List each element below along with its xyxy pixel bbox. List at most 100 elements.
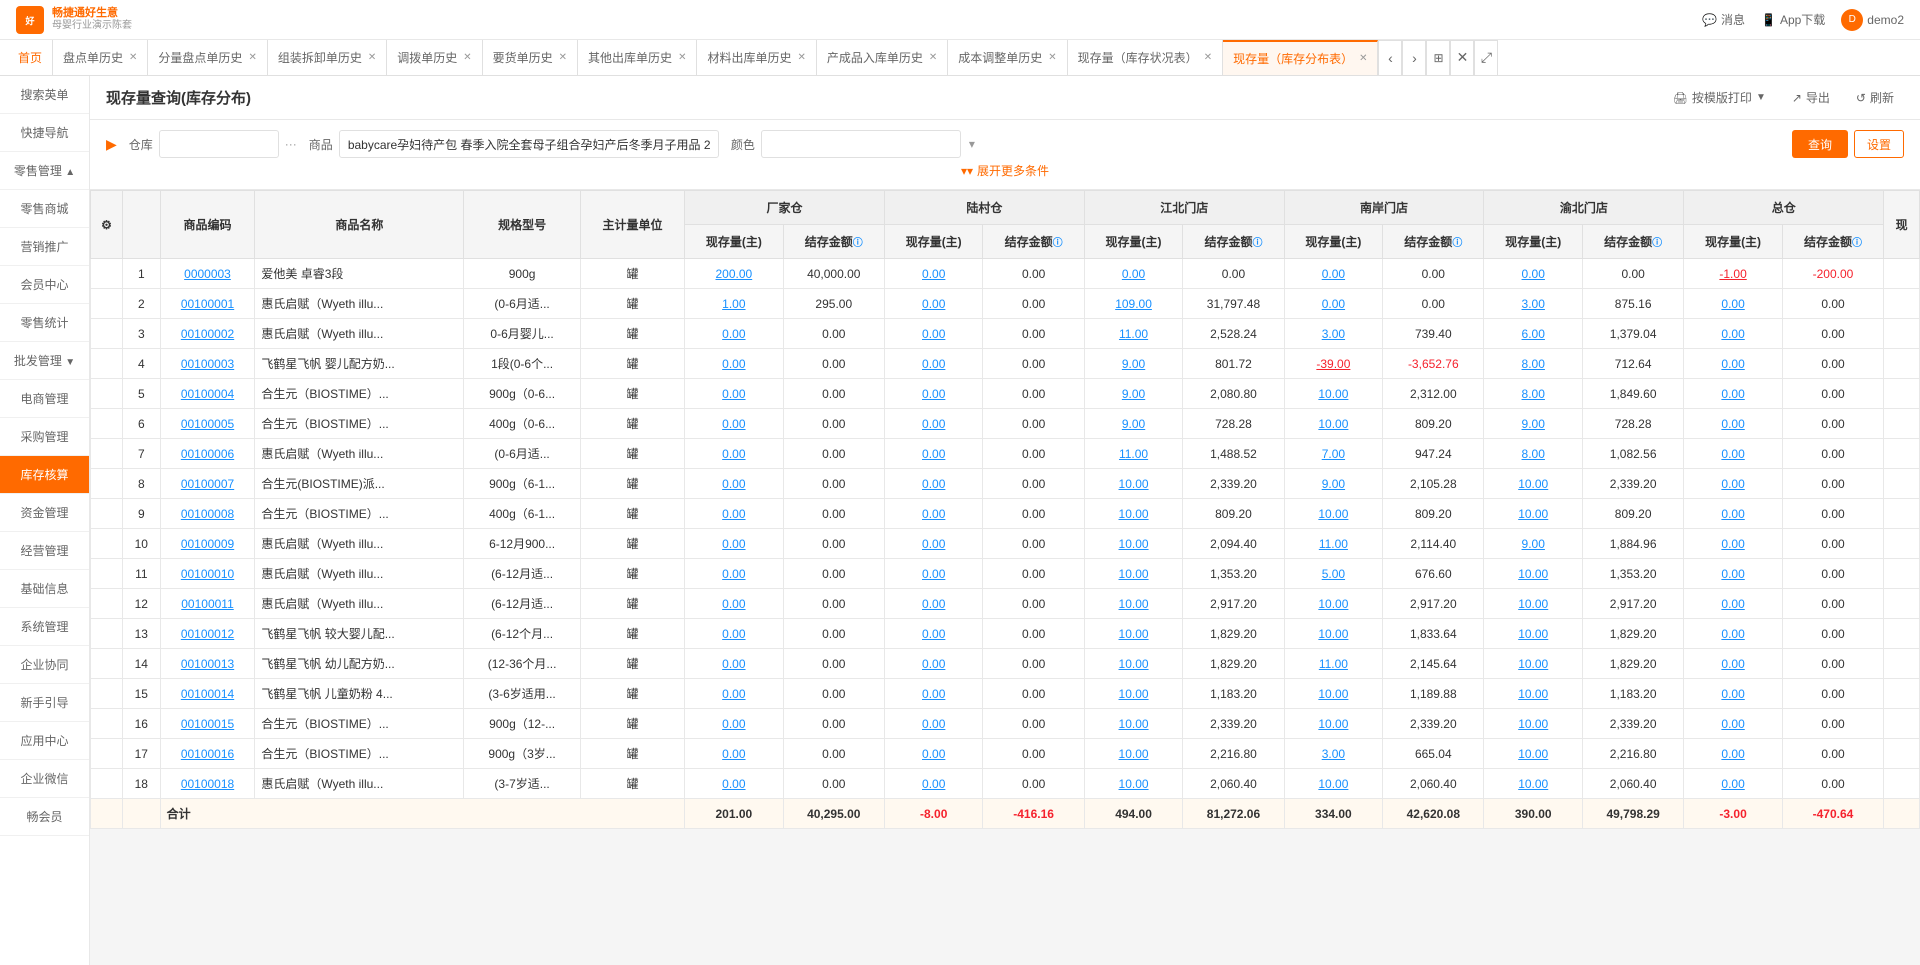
sidebar-item-enterprise[interactable]: 企业协同 <box>0 646 89 684</box>
print-btn[interactable]: 🖨 按模版打印 ▼ <box>1663 85 1776 110</box>
refresh-btn[interactable]: ↺ 刷新 <box>1846 85 1904 110</box>
filter-toggle-icon[interactable]: ▶ <box>106 136 117 153</box>
cell-yb-qty: 9.00 <box>1484 529 1582 559</box>
goods-input[interactable] <box>339 130 719 158</box>
tab-close-icon[interactable]: ✕ <box>248 52 256 63</box>
tab-close-icon[interactable]: ✕ <box>368 52 376 63</box>
table-container[interactable]: ⚙ 商品编码 商品名称 规格型号 主计量单位 厂家仓 陆村仓 江北门店 南岸门店… <box>90 190 1920 965</box>
sidebar-item-basic[interactable]: 基础信息 <box>0 570 89 608</box>
table-row: 9 00100008 合生元（BIOSTIME）... 400g（6-1... … <box>91 499 1920 529</box>
cell-cur <box>1884 589 1920 619</box>
tab-close-icon[interactable]: ✕ <box>929 52 937 63</box>
cell-na-qty: 0.00 <box>1284 259 1382 289</box>
cell-lc-qty: 0.00 <box>884 319 982 349</box>
cell-tot-amt: -200.00 <box>1782 259 1883 289</box>
cell-lc-amt: 0.00 <box>983 529 1084 559</box>
color-input[interactable] <box>761 130 961 158</box>
th-group-jb: 江北门店 <box>1084 191 1284 225</box>
th-unit: 主计量单位 <box>580 191 684 259</box>
tab-next-btn[interactable]: › <box>1402 40 1426 76</box>
cell-fc-amt: 0.00 <box>783 379 884 409</box>
tab-prev-btn[interactable]: ‹ <box>1378 40 1402 76</box>
tab-material-outbound[interactable]: 材料出库单历史 ✕ <box>697 40 816 76</box>
sidebar-item-apps[interactable]: 应用中心 <box>0 722 89 760</box>
sidebar-item-retail-stat[interactable]: 零售统计 <box>0 304 89 342</box>
th-na-amt: 结存金额ⓘ <box>1383 225 1484 259</box>
cell-idx: 6 <box>123 409 161 439</box>
cell-na-amt: 2,114.40 <box>1383 529 1484 559</box>
tab-partial-count[interactable]: 分量盘点单历史 ✕ <box>148 40 267 76</box>
sidebar-item-finance[interactable]: 资金管理 <box>0 494 89 532</box>
cell-lc-amt: 0.00 <box>983 619 1084 649</box>
settings-btn[interactable]: 设置 <box>1854 130 1904 158</box>
tab-other-outbound[interactable]: 其他出库单历史 ✕ <box>578 40 697 76</box>
table-row: 16 00100015 合生元（BIOSTIME）... 900g（12-...… <box>91 709 1920 739</box>
tab-home[interactable]: 首页 <box>8 40 53 76</box>
sidebar-item-search[interactable]: 搜索英单 <box>0 76 89 114</box>
summary-lc-amt: -416.16 <box>983 799 1084 829</box>
cell-lc-qty: 0.00 <box>884 709 982 739</box>
tab-inventory-status[interactable]: 现存量（库存状况表） ✕ <box>1068 40 1223 76</box>
export-btn[interactable]: ↗ 导出 <box>1782 85 1840 110</box>
tab-assembly[interactable]: 组装拆卸单历史 ✕ <box>268 40 387 76</box>
cell-cur <box>1884 349 1920 379</box>
sidebar-item-system[interactable]: 系统管理 <box>0 608 89 646</box>
tab-inventory-distribution[interactable]: 现存量（库存分布表） ✕ <box>1223 40 1378 76</box>
tab-close-icon[interactable]: ✕ <box>1204 52 1212 63</box>
tab-close-icon[interactable]: ✕ <box>797 52 805 63</box>
sidebar-item-retail[interactable]: 零售管理 ▲ <box>0 152 89 190</box>
table-row: 10 00100009 惠氏启赋（Wyeth illu... 6-12月900.… <box>91 529 1920 559</box>
tab-close-all-btn[interactable]: ✕ <box>1450 40 1474 76</box>
tab-close-icon[interactable]: ✕ <box>1359 53 1367 64</box>
cell-idx: 15 <box>123 679 161 709</box>
cell-lc-qty: 0.00 <box>884 739 982 769</box>
tab-close-icon[interactable]: ✕ <box>559 52 567 63</box>
sidebar-item-member[interactable]: 会员中心 <box>0 266 89 304</box>
user-area[interactable]: D demo2 <box>1841 9 1904 31</box>
tab-close-icon[interactable]: ✕ <box>678 52 686 63</box>
cell-jb-amt: 809.20 <box>1183 499 1284 529</box>
tab-requisition[interactable]: 要货单历史 ✕ <box>483 40 578 76</box>
cell-yb-amt: 712.64 <box>1582 349 1683 379</box>
app-download-btn[interactable]: 📱 App下载 <box>1761 11 1825 28</box>
tab-close-icon[interactable]: ✕ <box>129 52 137 63</box>
cell-code: 00100003 <box>160 349 255 379</box>
sidebar-item-inventory[interactable]: 库存核算 <box>0 456 89 494</box>
tab-close-icon[interactable]: ✕ <box>1048 52 1056 63</box>
sidebar-item-purchase[interactable]: 采购管理 <box>0 418 89 456</box>
gear-icon[interactable]: ⚙ <box>101 218 112 232</box>
cell-tot-amt: 0.00 <box>1782 349 1883 379</box>
tab-cost-adjust[interactable]: 成本调整单历史 ✕ <box>948 40 1067 76</box>
tab-more-btn[interactable]: ⊞ <box>1426 40 1450 76</box>
warehouse-input[interactable] <box>159 130 279 158</box>
sidebar-item-nav[interactable]: 快捷导航 <box>0 114 89 152</box>
tab-inventory-count[interactable]: 盘点单历史 ✕ <box>53 40 148 76</box>
cell-spec: 400g（6-1... <box>464 499 581 529</box>
sidebar-item-marketing[interactable]: 营销推广 <box>0 228 89 266</box>
sidebar-item-fan[interactable]: 畅会员 <box>0 798 89 836</box>
color-dropdown-icon: ▾ <box>969 137 975 151</box>
query-btn[interactable]: 查询 <box>1792 130 1848 158</box>
table-row: 2 00100001 惠氏启赋（Wyeth illu... (0-6月适... … <box>91 289 1920 319</box>
tab-transfer[interactable]: 调拨单历史 ✕ <box>387 40 482 76</box>
cell-fc-amt: 0.00 <box>783 439 884 469</box>
cell-jb-amt: 2,080.80 <box>1183 379 1284 409</box>
tab-expand-btn[interactable]: ⤢ <box>1474 40 1498 76</box>
sidebar-item-retail-shop[interactable]: 零售商城 <box>0 190 89 228</box>
cell-lc-qty: 0.00 <box>884 559 982 589</box>
sidebar-item-wholesale[interactable]: 批发管理 ▼ <box>0 342 89 380</box>
tab-product-inbound[interactable]: 产成品入库单历史 ✕ <box>817 40 948 76</box>
sidebar-item-ecommerce[interactable]: 电商管理 <box>0 380 89 418</box>
sidebar-item-operations[interactable]: 经营管理 <box>0 532 89 570</box>
cell-yb-amt: 1,183.20 <box>1582 679 1683 709</box>
sidebar-item-guide[interactable]: 新手引导 <box>0 684 89 722</box>
cell-name: 合生元（BIOSTIME）... <box>255 499 464 529</box>
message-btn[interactable]: 💬 消息 <box>1702 11 1745 28</box>
th-jb-qty: 现存量(主) <box>1084 225 1182 259</box>
cell-tot-amt: 0.00 <box>1782 649 1883 679</box>
tab-close-icon[interactable]: ✕ <box>463 52 471 63</box>
expand-filter-btn[interactable]: ▾▾ 展开更多条件 <box>106 162 1904 179</box>
cell-yb-amt: 2,917.20 <box>1582 589 1683 619</box>
sidebar-item-wechat[interactable]: 企业微信 <box>0 760 89 798</box>
filter-bar: ▶ 仓库 ··· 商品 颜色 ▾ 查询 设置 <box>90 120 1920 190</box>
